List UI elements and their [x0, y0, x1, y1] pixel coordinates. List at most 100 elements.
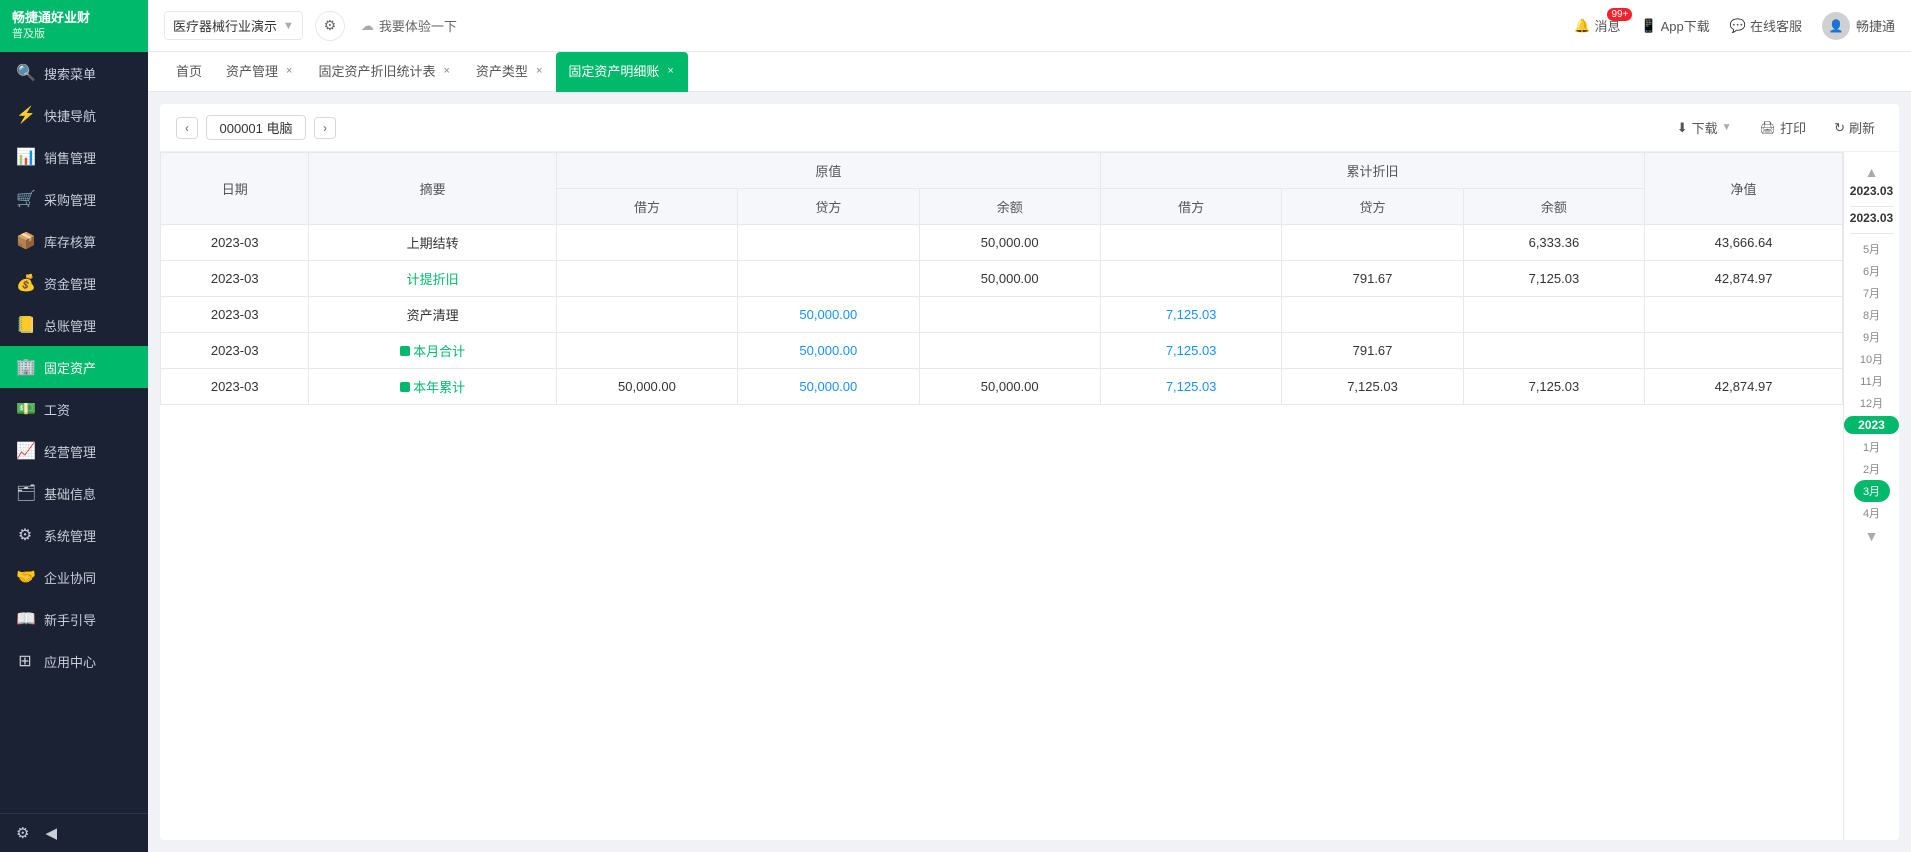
print-btn[interactable]: 🖨 打印: [1752, 114, 1815, 141]
sidebar-item-label: 应用中心: [44, 652, 96, 671]
sidebar-item-purchase[interactable]: 🛒 采购管理: [0, 178, 148, 220]
cell-orig-balance: 50,000.00: [919, 225, 1100, 261]
sidebar-item-label: 采购管理: [44, 190, 96, 209]
tab-label: 资产类型: [476, 61, 528, 80]
app-download-label: App下载: [1661, 16, 1710, 35]
business-icon: 📈: [16, 441, 34, 461]
asset-detail-table: 日期 摘要 原值 累计折旧 净值 借方 贷方 余额 借方 贷方 余额: [160, 152, 1843, 405]
col-orig-credit: 贷方: [738, 189, 919, 225]
topbar-settings-btn[interactable]: ⚙: [315, 11, 345, 41]
cell-acc-debit: [1100, 225, 1281, 261]
timeline-month-12[interactable]: 12月: [1844, 392, 1899, 414]
username: 畅捷通: [1856, 16, 1895, 35]
tab-depreciation-stats[interactable]: 固定资产折旧统计表 ×: [306, 52, 463, 92]
sidebar-item-inventory[interactable]: 📦 库存核算: [0, 220, 148, 262]
company-name: 医疗器械行业演示: [173, 16, 277, 35]
settings-icon[interactable]: ⚙: [16, 824, 29, 842]
timeline-year-2023[interactable]: 2023: [1844, 416, 1899, 434]
col-accumulated: 累计折旧: [1100, 153, 1644, 189]
table-row: 2023-03本月合计50,000.007,125.03791.67: [161, 333, 1843, 369]
next-asset-btn[interactable]: ›: [314, 117, 336, 139]
refresh-btn[interactable]: ↻ 刷新: [1826, 114, 1883, 141]
cell-orig-debit: [556, 297, 737, 333]
col-orig-balance: 余额: [919, 189, 1100, 225]
timeline-month-4[interactable]: 4月: [1844, 502, 1899, 524]
sidebar-item-search[interactable]: 🔍 搜索菜单: [0, 52, 148, 94]
tab-asset-types[interactable]: 资产类型 ×: [464, 52, 556, 92]
sidebar-item-label: 工资: [44, 400, 70, 419]
col-net-value: 净值: [1645, 153, 1843, 225]
sidebar-item-quick-nav[interactable]: ⚡ 快捷导航: [0, 94, 148, 136]
ledger-icon: 📒: [16, 315, 34, 335]
sidebar-item-system[interactable]: ⚙ 系统管理: [0, 514, 148, 556]
cell-acc-debit: 7,125.03: [1100, 297, 1281, 333]
tab-label: 固定资产折旧统计表: [318, 61, 435, 80]
close-icon[interactable]: ×: [441, 63, 451, 79]
sidebar-item-label: 快捷导航: [44, 106, 96, 125]
timeline-month-7[interactable]: 7月: [1844, 282, 1899, 304]
tab-home[interactable]: 首页: [164, 52, 214, 92]
enterprise-icon: 🤝: [16, 567, 34, 587]
cell-date: 2023-03: [161, 261, 309, 297]
cell-orig-debit: [556, 333, 737, 369]
close-icon[interactable]: ×: [665, 63, 675, 79]
cell-summary: 本月合计: [309, 333, 556, 369]
col-summary: 摘要: [309, 153, 556, 225]
timeline-up-arrow[interactable]: ▲: [1861, 160, 1883, 184]
sidebar-item-business[interactable]: 📈 经营管理: [0, 430, 148, 472]
sidebar-item-basics[interactable]: 🗂 基础信息: [0, 472, 148, 514]
tab-asset-detail[interactable]: 固定资产明细账 ×: [556, 52, 687, 92]
download-btn[interactable]: ⬇ 下载 ▼: [1669, 114, 1740, 141]
close-icon[interactable]: ×: [284, 63, 294, 79]
cell-orig-credit: 50,000.00: [738, 297, 919, 333]
user-profile[interactable]: 👤 畅捷通: [1822, 12, 1895, 40]
sidebar-item-enterprise[interactable]: 🤝 企业协同: [0, 556, 148, 598]
cell-date: 2023-03: [161, 225, 309, 261]
timeline-down-arrow[interactable]: ▼: [1861, 524, 1883, 548]
sidebar-item-payroll[interactable]: 💵 工资: [0, 388, 148, 430]
cell-acc-balance: 7,125.03: [1463, 369, 1644, 405]
timeline-month-8[interactable]: 8月: [1844, 304, 1899, 326]
refresh-icon: ↻: [1834, 120, 1845, 136]
avatar: 👤: [1822, 12, 1850, 40]
timeline-month-2[interactable]: 2月: [1844, 458, 1899, 480]
timeline-month-5[interactable]: 5月: [1844, 238, 1899, 260]
online-service-btn[interactable]: 💬 在线客服: [1730, 16, 1802, 35]
app-download-btn[interactable]: 📱 App下载: [1640, 16, 1709, 35]
sidebar-item-guide[interactable]: 📖 新手引导: [0, 598, 148, 640]
cell-summary: 本年累计: [309, 369, 556, 405]
company-selector[interactable]: 医疗器械行业演示 ▼: [164, 11, 303, 40]
experience-btn[interactable]: ☁ 我要体验一下: [361, 16, 457, 35]
col-original-value: 原值: [556, 153, 1100, 189]
prev-asset-btn[interactable]: ‹: [176, 117, 198, 139]
cell-acc-debit: 7,125.03: [1100, 369, 1281, 405]
cell-orig-balance: 50,000.00: [919, 261, 1100, 297]
sidebar-item-funds[interactable]: 💰 资金管理: [0, 262, 148, 304]
sidebar-item-ledger[interactable]: 📒 总账管理: [0, 304, 148, 346]
timeline-month-3[interactable]: 3月: [1854, 480, 1890, 502]
cell-date: 2023-03: [161, 333, 309, 369]
app-center-icon: ⊞: [16, 651, 34, 671]
sidebar-item-fixed-assets[interactable]: 🏢 固定资产: [0, 346, 148, 388]
close-icon[interactable]: ×: [534, 63, 544, 79]
timeline-month-6[interactable]: 6月: [1844, 260, 1899, 282]
sidebar-logo: 畅捷通好业财 普及版: [0, 0, 148, 52]
timeline-header1: 2023.03: [1850, 184, 1893, 198]
col-date: 日期: [161, 153, 309, 225]
asset-code: 000001 电脑: [206, 115, 306, 140]
timeline-month-1[interactable]: 1月: [1844, 436, 1899, 458]
sidebar-item-app-center[interactable]: ⊞ 应用中心: [0, 640, 148, 682]
collapse-icon[interactable]: ◀: [45, 824, 57, 842]
messages-btn[interactable]: 🔔 消息 99+: [1574, 16, 1620, 35]
timeline-month-10[interactable]: 10月: [1844, 348, 1899, 370]
tab-label: 资产管理: [226, 61, 278, 80]
cell-summary: 计提折旧: [309, 261, 556, 297]
timeline-month-9[interactable]: 9月: [1844, 326, 1899, 348]
topbar-right: 🔔 消息 99+ 📱 App下载 💬 在线客服 👤 畅捷通: [1574, 12, 1895, 40]
timeline-month-11[interactable]: 11月: [1844, 370, 1899, 392]
table-row: 2023-03上期结转50,000.006,333.3643,666.64: [161, 225, 1843, 261]
sidebar-item-sales[interactable]: 📊 销售管理: [0, 136, 148, 178]
sidebar-item-label: 搜索菜单: [44, 64, 96, 83]
tab-assets[interactable]: 资产管理 ×: [214, 52, 306, 92]
cell-orig-balance: 50,000.00: [919, 369, 1100, 405]
